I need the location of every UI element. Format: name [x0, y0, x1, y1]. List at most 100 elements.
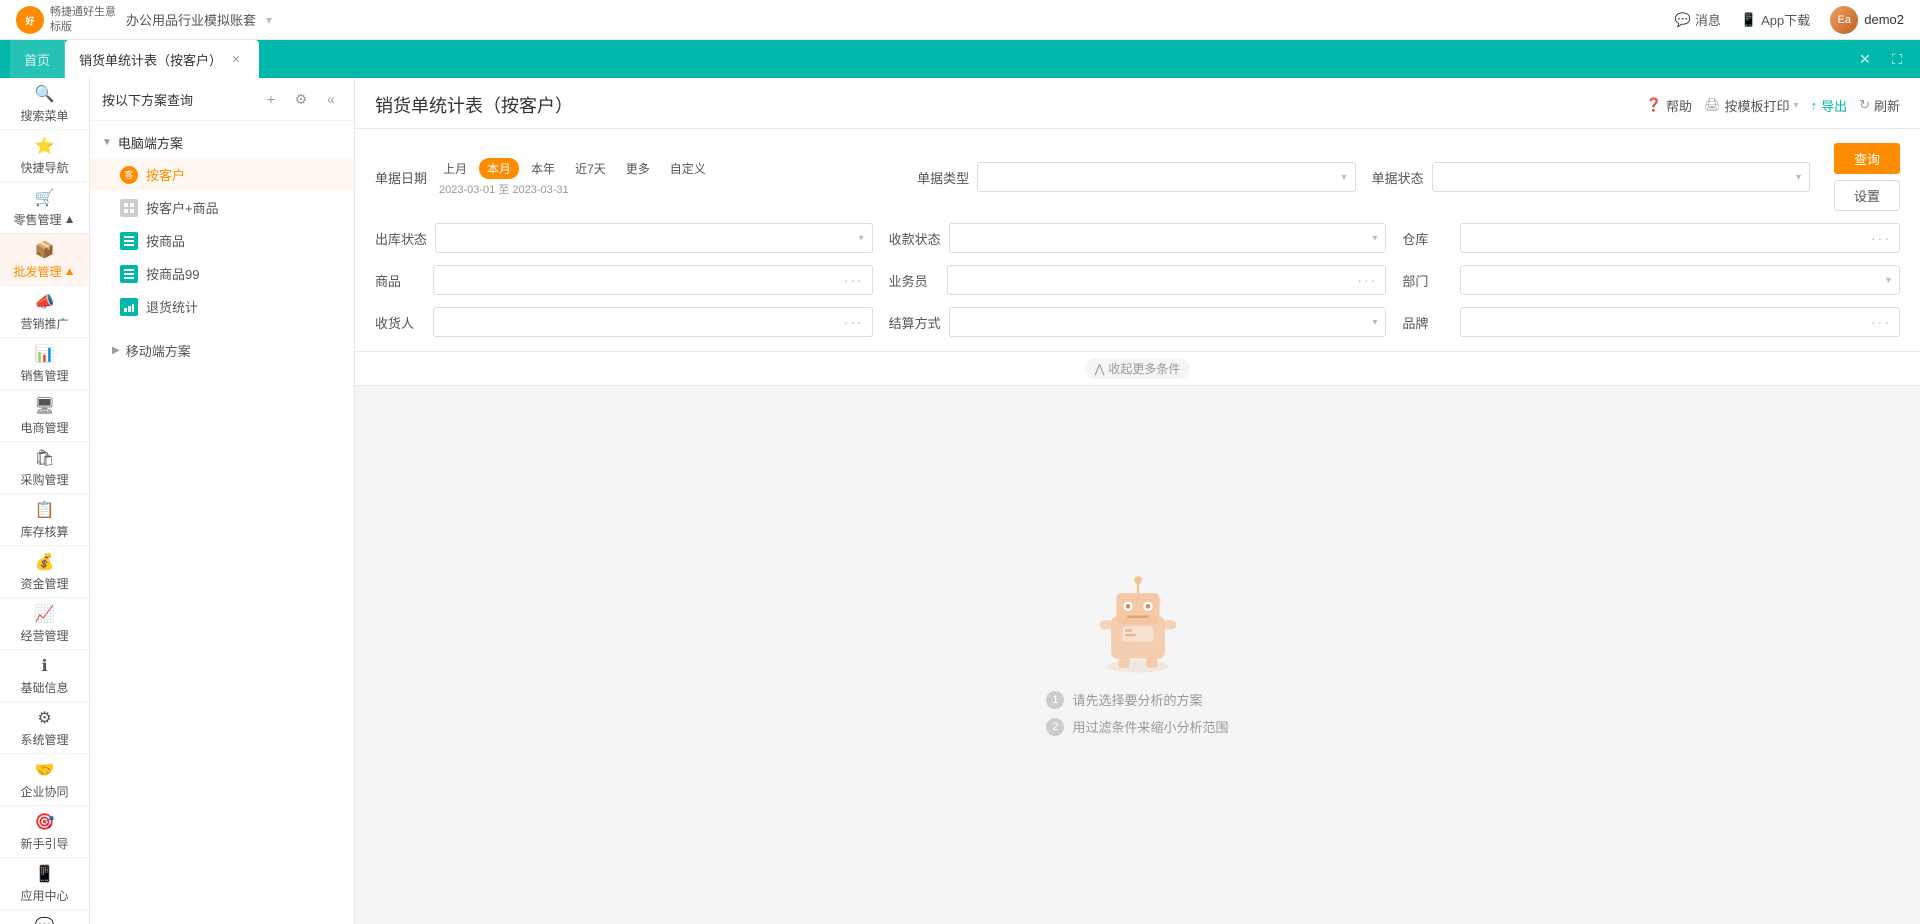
search-icon: 🔍 [35, 84, 55, 104]
sidebar-item-search-menu[interactable]: 🔍 搜索菜单 [0, 78, 89, 130]
scheme-item-by-customer-product[interactable]: 按客户+商品 [90, 191, 354, 224]
sidebar-item-sales-mgmt[interactable]: 📊 销售管理 [0, 338, 89, 390]
by-customer-icon: 客 [120, 166, 138, 184]
collapse-btn[interactable]: ⋀ 收起更多条件 [1085, 358, 1191, 379]
scheme-header-actions: + ⚙ « [260, 88, 342, 110]
app-download-btn[interactable]: 📱 App下载 [1741, 10, 1810, 29]
question-icon: ❓ [1646, 97, 1662, 113]
doc-status-arrow-icon [1796, 172, 1801, 183]
clipboard-icon: 📋 [35, 500, 55, 520]
date-tab-this-month[interactable]: 本月 [479, 158, 519, 179]
sidebar-item-new-user[interactable]: 🎯 新手引导 [0, 806, 89, 858]
avatar: Ea [1830, 6, 1858, 34]
doc-status-label: 单据状态 [1372, 168, 1424, 187]
product99-icon [120, 265, 138, 283]
scheme-group-mobile: ▶ 移动端方案 [90, 329, 354, 372]
money-icon: 💰 [35, 552, 55, 572]
filter-item-settlement: 结算方式 [889, 307, 1387, 337]
doc-status-control[interactable] [1432, 162, 1810, 192]
brand-control[interactable]: ··· [1460, 307, 1900, 337]
collapse-scheme-btn[interactable]: « [320, 88, 342, 110]
message-btn[interactable]: 💬 消息 [1675, 10, 1721, 29]
tab-close-btn[interactable]: ✕ [228, 51, 244, 67]
product-control[interactable]: ··· [433, 265, 873, 295]
scheme-item-by-customer[interactable]: 客 按客户 [90, 158, 354, 191]
filter-item-receiver: 收货人 ··· [375, 307, 873, 337]
sidebar-item-wechat[interactable]: 💬 企业微信 [0, 910, 89, 924]
tab-home[interactable]: 首页 [10, 40, 65, 78]
settlement-control[interactable] [949, 307, 1387, 337]
trend-icon: 📈 [35, 604, 55, 624]
sidebar-item-finance[interactable]: 💰 资金管理 [0, 546, 89, 598]
scheme-header-title: 按以下方案查询 [102, 90, 193, 109]
empty-state: 1 请先选择要分析的方案 2 用过滤条件来缩小分析范围 [355, 386, 1920, 924]
warehouse-control[interactable]: ··· [1460, 223, 1900, 253]
date-tab-more[interactable]: 更多 [618, 158, 658, 179]
date-tab-last-month[interactable]: 上月 [435, 158, 475, 179]
filter-item-department: 部门 [1402, 265, 1900, 295]
sidebar-item-basic-info[interactable]: ℹ 基础信息 [0, 650, 89, 702]
doc-type-control[interactable] [977, 162, 1355, 192]
date-tab-this-year[interactable]: 本年 [523, 158, 563, 179]
empty-text: 1 请先选择要分析的方案 2 用过滤条件来缩小分析范围 [1046, 690, 1228, 736]
window-maximize-btn[interactable]: ⛶ [1886, 48, 1908, 70]
top-header: 好 畅捷通好生意 标版 办公用品行业模拟账套 ▾ 💬 消息 📱 App下载 Ea… [0, 0, 1920, 40]
receiver-control[interactable]: ··· [433, 307, 873, 337]
sidebar-item-marketing[interactable]: 📣 营销推广 [0, 286, 89, 338]
help-btn[interactable]: ❓ 帮助 [1646, 96, 1692, 115]
sidebar-item-operations[interactable]: 📈 经营管理 [0, 598, 89, 650]
message-icon: 💬 [1675, 12, 1691, 28]
scheme-group-header-mobile[interactable]: ▶ 移动端方案 [90, 335, 354, 366]
refresh-btn[interactable]: ↻ 刷新 [1859, 96, 1900, 115]
out-status-label: 出库状态 [375, 229, 427, 248]
sidebar-item-ecommerce[interactable]: 🖥 电商管理 [0, 390, 89, 442]
dropdown-arrow-icon[interactable]: ▾ [266, 13, 272, 27]
settings-button[interactable]: 设置 [1834, 180, 1900, 211]
svg-text:好: 好 [24, 15, 34, 26]
sidebar-item-retail-mgmt[interactable]: 🛒 零售管理 ▲ [0, 182, 89, 234]
department-control[interactable] [1460, 265, 1900, 295]
query-button[interactable]: 查询 [1834, 143, 1900, 174]
sidebar-item-quick-nav[interactable]: ⭐ 快捷导航 [0, 130, 89, 182]
filter-item-salesperson: 业务员 ··· [889, 265, 1387, 295]
page-header-actions: ❓ 帮助 🖨 按模板打印 ▾ ↑ 导出 ↻ 刷新 [1646, 96, 1900, 115]
date-tab-last-7[interactable]: 近7天 [567, 158, 614, 179]
star-icon: ⭐ [35, 136, 55, 156]
add-scheme-btn[interactable]: + [260, 88, 282, 110]
export-btn[interactable]: ↑ 导出 [1811, 96, 1848, 115]
sidebar-item-inventory[interactable]: 📋 库存核算 [0, 494, 89, 546]
out-status-arrow-icon [859, 233, 864, 244]
tab-sales-stat[interactable]: 销货单统计表（按客户） ✕ [65, 40, 259, 78]
scheme-group-header-desktop[interactable]: ▼ 电脑端方案 [90, 127, 354, 158]
date-tab-custom[interactable]: 自定义 [662, 158, 714, 179]
scheme-item-by-product-99[interactable]: 按商品99 [90, 257, 354, 290]
header-left: 好 畅捷通好生意 标版 办公用品行业模拟账套 ▾ [16, 5, 272, 34]
salesperson-control[interactable]: ··· [947, 265, 1387, 295]
scheme-item-returns[interactable]: 退货统计 [90, 290, 354, 323]
box-icon: 📦 [35, 240, 55, 260]
scheme-item-by-product[interactable]: 按商品 [90, 224, 354, 257]
scheme-settings-btn[interactable]: ⚙ [290, 88, 312, 110]
chart-icon: 📊 [35, 344, 55, 364]
sidebar-item-system[interactable]: ⚙ 系统管理 [0, 702, 89, 754]
sidebar-item-enterprise[interactable]: 🤝 企业协同 [0, 754, 89, 806]
template-dropdown-icon: ▾ [1794, 100, 1799, 111]
filter-row-4: 收货人 ··· 结算方式 品牌 ··· [375, 307, 1900, 337]
template-print-btn[interactable]: 🖨 按模板打印 ▾ [1704, 96, 1799, 115]
sidebar-item-wholesale-mgmt[interactable]: 📦 批发管理 ▲ [0, 234, 89, 286]
window-close-btn[interactable]: ✕ [1854, 48, 1876, 70]
app-title[interactable]: 办公用品行业模拟账套 [126, 10, 256, 29]
user-area[interactable]: Ea demo2 [1830, 6, 1904, 34]
collapse-arrow-icon: ⋀ [1095, 362, 1105, 376]
home-tab-label: 首页 [24, 50, 50, 69]
sidebar-item-purchase[interactable]: 🛍 采购管理 [0, 442, 89, 494]
department-arrow-icon [1886, 275, 1891, 286]
receipt-status-control[interactable] [949, 223, 1387, 253]
settings-icon: ⚙ [295, 91, 308, 108]
filter-item-receipt-status: 收款状态 [889, 223, 1387, 253]
scheme-header: 按以下方案查询 + ⚙ « [90, 78, 354, 121]
sidebar-item-app-center[interactable]: 📱 应用中心 [0, 858, 89, 910]
right-content: 销货单统计表（按客户） ❓ 帮助 🖨 按模板打印 ▾ ↑ 导出 [355, 78, 1920, 924]
desktop-group-arrow-icon: ▼ [102, 137, 112, 148]
out-status-control[interactable] [435, 223, 873, 253]
